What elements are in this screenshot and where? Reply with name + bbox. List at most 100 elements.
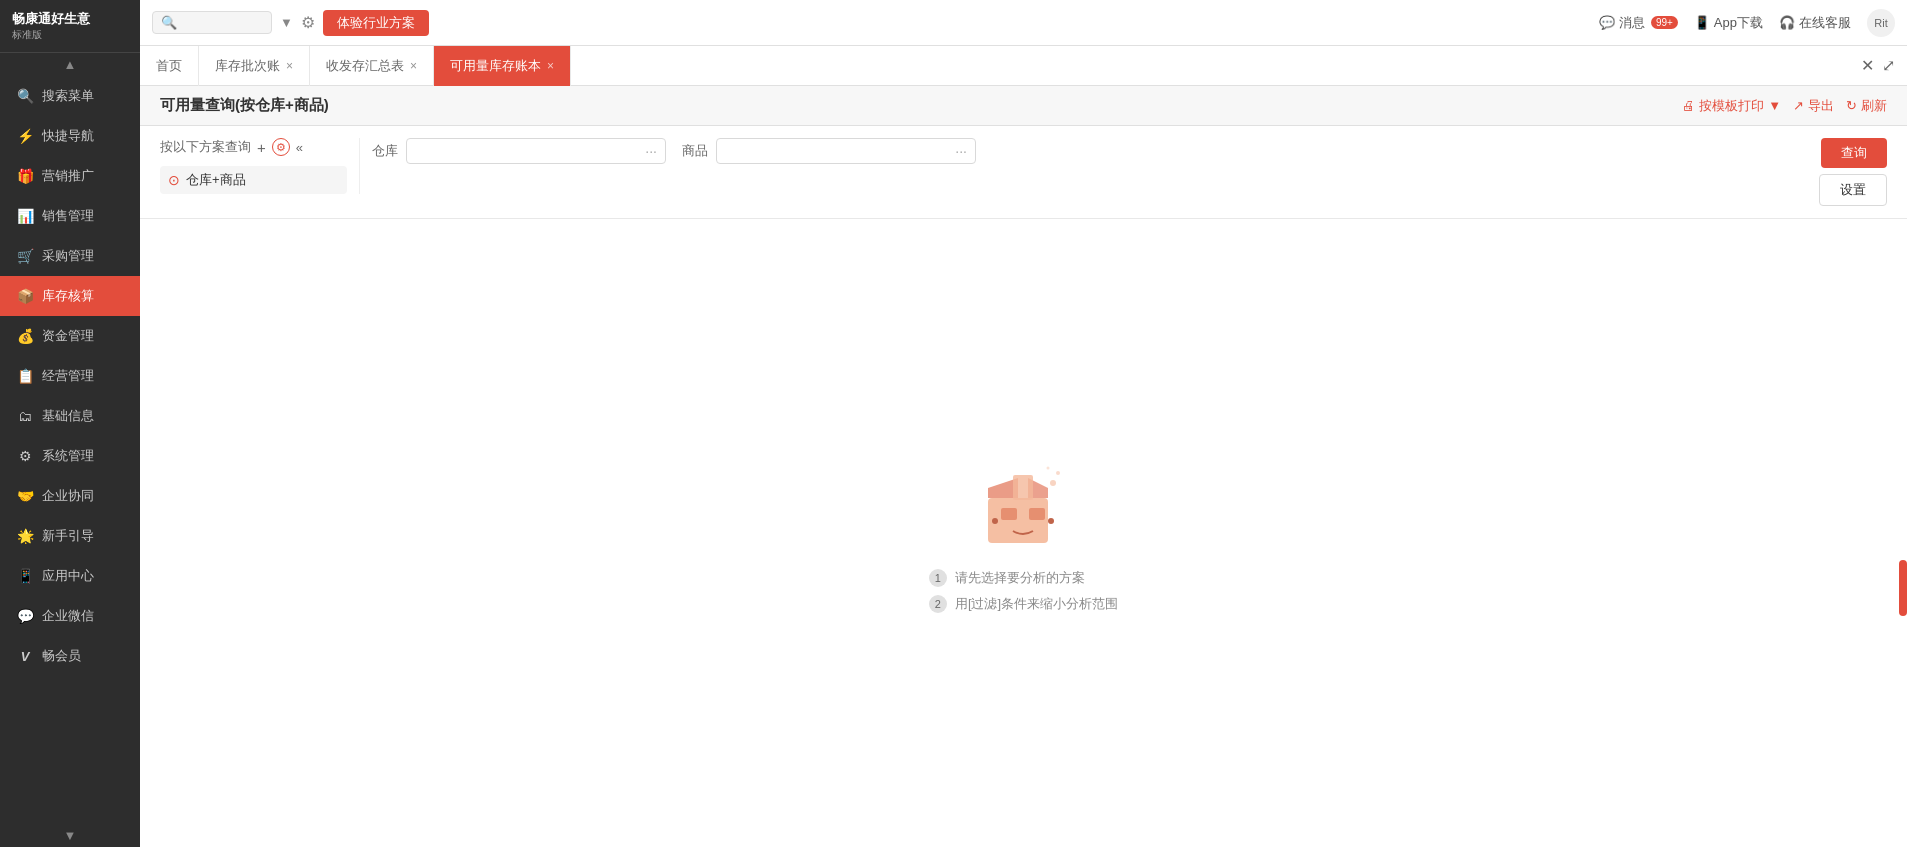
- goods-field: 商品 ···: [682, 138, 976, 164]
- warehouse-more-icon[interactable]: ···: [645, 143, 657, 159]
- sidebar-item-member[interactable]: V 畅会员: [0, 636, 140, 676]
- tab-available-ledger[interactable]: 可用量库存账本 ×: [434, 46, 571, 86]
- basic-icon: 🗂: [16, 408, 34, 424]
- sidebar-item-wechat[interactable]: 💬 企业微信: [0, 596, 140, 636]
- sidebar-item-system[interactable]: ⚙ 系统管理: [0, 436, 140, 476]
- scheme-label: 按以下方案查询: [160, 138, 251, 156]
- sidebar-label-operations: 经营管理: [42, 367, 94, 385]
- message-button[interactable]: 💬 消息 99+: [1599, 14, 1678, 32]
- refresh-label: 刷新: [1861, 97, 1887, 115]
- tab-batch-account-close[interactable]: ×: [286, 59, 293, 73]
- tab-receipt-summary-close[interactable]: ×: [410, 59, 417, 73]
- scheme-collapse-icon[interactable]: «: [296, 140, 303, 155]
- page-title: 可用量查询(按仓库+商品): [160, 96, 329, 115]
- sidebar-item-enterprise[interactable]: 🤝 企业协同: [0, 476, 140, 516]
- right-scrollbar[interactable]: [1899, 560, 1907, 616]
- topbar-right: 💬 消息 99+ 📱 App下载 🎧 在线客服 Rit: [1599, 9, 1895, 37]
- topbar-dropdown-icon[interactable]: ▼: [280, 15, 293, 30]
- brand-edition: 标准版: [12, 28, 128, 42]
- tab-batch-account-label: 库存批次账: [215, 57, 280, 75]
- tab-receipt-summary[interactable]: 收发存汇总表 ×: [310, 46, 434, 86]
- search-icon: 🔍: [16, 88, 34, 104]
- sidebar-item-quick-nav[interactable]: ⚡ 快捷导航: [0, 116, 140, 156]
- sidebar-item-basic[interactable]: 🗂 基础信息: [0, 396, 140, 436]
- tabs-bar: 首页 库存批次账 × 收发存汇总表 × 可用量库存账本 × ✕ ⤢: [140, 46, 1907, 86]
- query-area: 按以下方案查询 + ⚙ « ⊙ 仓库+商品 仓库 ··· 商品: [140, 126, 1907, 219]
- sidebar-item-purchase[interactable]: 🛒 采购管理: [0, 236, 140, 276]
- sidebar-item-apps[interactable]: 📱 应用中心: [0, 556, 140, 596]
- sidebar-label-purchase: 采购管理: [42, 247, 94, 265]
- sidebar-label-sales: 销售管理: [42, 207, 94, 225]
- tab-available-ledger-close[interactable]: ×: [547, 59, 554, 73]
- setting-button[interactable]: 设置: [1819, 174, 1887, 206]
- tab-close-icon[interactable]: ✕: [1861, 56, 1874, 75]
- warehouse-input-box[interactable]: ···: [406, 138, 666, 164]
- svg-rect-3: [1013, 475, 1033, 500]
- hint-item-2: 2 用[过滤]条件来缩小分析范围: [929, 595, 1118, 613]
- sidebar-scroll-down[interactable]: ▼: [0, 824, 140, 847]
- enterprise-icon: 🤝: [16, 488, 34, 504]
- svg-point-10: [1047, 467, 1050, 470]
- sidebar-scroll-up[interactable]: ▲: [0, 53, 140, 76]
- goods-input[interactable]: [725, 144, 925, 159]
- sidebar-label-member: 畅会员: [42, 647, 81, 665]
- scheme-add-icon[interactable]: +: [257, 139, 266, 156]
- print-label: 按模板打印: [1699, 97, 1764, 115]
- scheme-item-icon: ⊙: [168, 172, 180, 188]
- online-service-button[interactable]: 🎧 在线客服: [1779, 14, 1851, 32]
- print-button[interactable]: 🖨 按模板打印 ▼: [1682, 97, 1781, 115]
- wechat-icon: 💬: [16, 608, 34, 624]
- marketing-icon: 🎁: [16, 168, 34, 184]
- hint-num-2: 2: [929, 595, 947, 613]
- industry-solution-button[interactable]: 体验行业方案: [323, 10, 429, 36]
- print-dropdown-icon[interactable]: ▼: [1768, 98, 1781, 113]
- export-label: 导出: [1808, 97, 1834, 115]
- query-button[interactable]: 查询: [1821, 138, 1887, 168]
- tab-batch-account[interactable]: 库存批次账 ×: [199, 46, 310, 86]
- sales-icon: 📊: [16, 208, 34, 224]
- svg-point-9: [1056, 471, 1060, 475]
- sidebar-item-inventory[interactable]: 📦 库存核算: [0, 276, 140, 316]
- goods-label: 商品: [682, 142, 708, 160]
- sidebar-label-marketing: 营销推广: [42, 167, 94, 185]
- sidebar-item-newuser[interactable]: 🌟 新手引导: [0, 516, 140, 556]
- tab-home[interactable]: 首页: [140, 46, 199, 86]
- scheme-settings-icon[interactable]: ⚙: [272, 138, 290, 156]
- user-avatar[interactable]: Rit: [1867, 9, 1895, 37]
- sidebar-label-system: 系统管理: [42, 447, 94, 465]
- hint-num-1: 1: [929, 569, 947, 587]
- sidebar-item-finance[interactable]: 💰 资金管理: [0, 316, 140, 356]
- empty-hints: 1 请先选择要分析的方案 2 用[过滤]条件来缩小分析范围: [929, 569, 1118, 613]
- refresh-icon: ↻: [1846, 98, 1857, 113]
- query-fields: 仓库 ··· 商品 ···: [372, 138, 1807, 164]
- service-icon: 🎧: [1779, 15, 1795, 30]
- svg-rect-4: [1001, 508, 1017, 520]
- print-icon: 🖨: [1682, 98, 1695, 113]
- sidebar-label-wechat: 企业微信: [42, 607, 94, 625]
- refresh-button[interactable]: ↻ 刷新: [1846, 97, 1887, 115]
- topbar-search-icon: 🔍: [161, 15, 177, 30]
- tabs-right-actions: ✕ ⤢: [1849, 56, 1907, 75]
- sidebar-label-inventory: 库存核算: [42, 287, 94, 305]
- sidebar-header: 畅康通好生意 标准版: [0, 0, 140, 53]
- tab-expand-icon[interactable]: ⤢: [1882, 56, 1895, 75]
- sidebar-label-search: 搜索菜单: [42, 87, 94, 105]
- goods-input-box[interactable]: ···: [716, 138, 976, 164]
- export-button[interactable]: ↗ 导出: [1793, 97, 1834, 115]
- sidebar-item-marketing[interactable]: 🎁 营销推广: [0, 156, 140, 196]
- warehouse-input[interactable]: [415, 144, 615, 159]
- scheme-item-label: 仓库+商品: [186, 171, 246, 189]
- finance-icon: 💰: [16, 328, 34, 344]
- svg-point-7: [1048, 518, 1054, 524]
- app-download-button[interactable]: 📱 App下载: [1694, 14, 1763, 32]
- sidebar-item-search[interactable]: 🔍 搜索菜单: [0, 76, 140, 116]
- topbar-search-box[interactable]: 🔍: [152, 11, 272, 34]
- goods-more-icon[interactable]: ···: [955, 143, 967, 159]
- sidebar-item-operations[interactable]: 📋 经营管理: [0, 356, 140, 396]
- sidebar-item-sales[interactable]: 📊 销售管理: [0, 196, 140, 236]
- sidebar: 畅康通好生意 标准版 ▲ 🔍 搜索菜单 ⚡ 快捷导航 🎁 营销推广 📊 销售管理…: [0, 0, 140, 847]
- topbar-search-input[interactable]: [181, 16, 261, 30]
- topbar-gear-icon[interactable]: ⚙: [301, 13, 315, 32]
- user-name: Rit: [1874, 17, 1887, 29]
- scheme-warehouse-goods[interactable]: ⊙ 仓库+商品: [160, 166, 347, 194]
